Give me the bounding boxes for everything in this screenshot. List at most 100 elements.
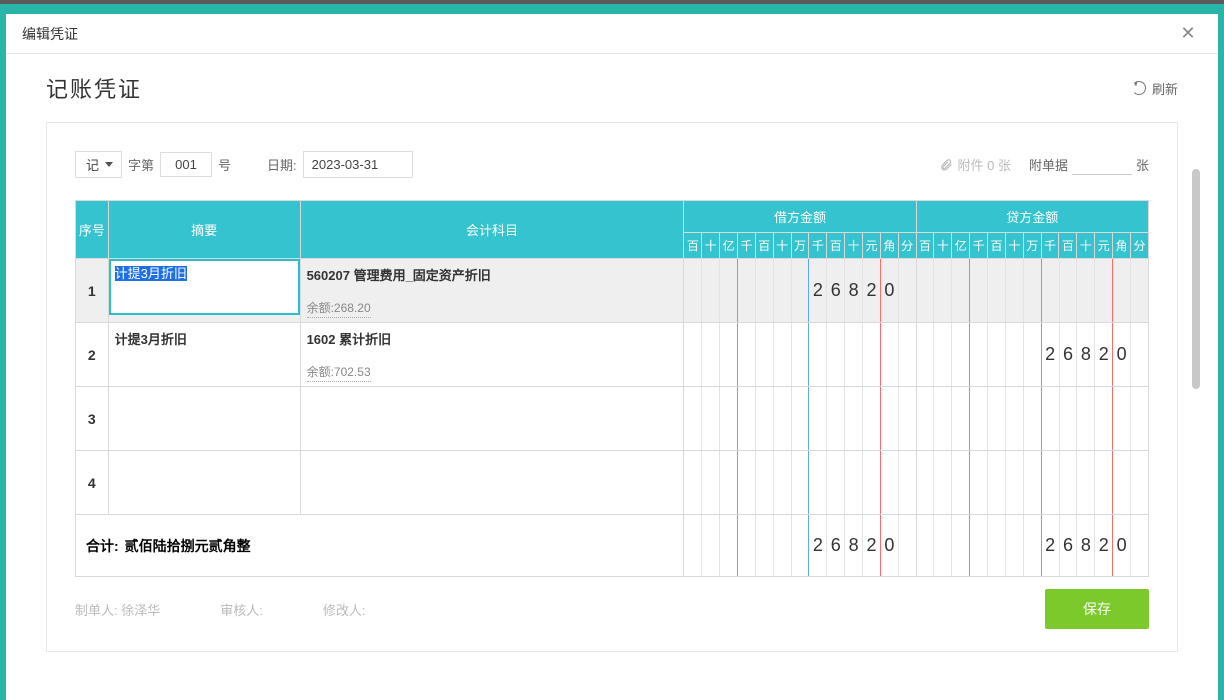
digit-cell[interactable]: 2 [1041, 323, 1059, 386]
digit-cell[interactable] [737, 387, 755, 450]
summary-cell[interactable]: 计提3月折旧 [108, 323, 300, 387]
digit-cell[interactable] [951, 451, 969, 514]
digit-cell[interactable] [719, 515, 737, 576]
summary-cell[interactable] [108, 387, 300, 451]
digit-cell[interactable] [773, 259, 791, 322]
credit-amount[interactable]: 26820 [916, 323, 1148, 387]
digit-cell[interactable] [917, 259, 934, 322]
digit-cell[interactable] [933, 259, 951, 322]
digit-cell[interactable] [826, 387, 844, 450]
digit-cell[interactable] [684, 451, 701, 514]
digit-cell[interactable] [791, 515, 809, 576]
digit-cell[interactable] [933, 323, 951, 386]
digit-cell[interactable] [1023, 387, 1041, 450]
debit-amount[interactable]: 26820 [684, 259, 916, 323]
digit-cell[interactable] [898, 323, 916, 386]
digit-cell[interactable] [1076, 387, 1094, 450]
digit-cell[interactable] [1023, 323, 1041, 386]
digit-cell[interactable] [1005, 451, 1023, 514]
digit-cell[interactable] [826, 323, 844, 386]
debit-amount[interactable] [684, 451, 916, 515]
digit-cell[interactable] [1005, 515, 1023, 576]
digit-cell[interactable] [808, 387, 826, 450]
digit-cell[interactable] [1023, 515, 1041, 576]
credit-amount[interactable] [916, 387, 1148, 451]
digit-cell[interactable] [951, 259, 969, 322]
digit-cell[interactable]: 2 [1094, 323, 1112, 386]
digit-cell[interactable] [701, 451, 719, 514]
digit-cell[interactable] [1041, 387, 1059, 450]
digit-cell[interactable] [987, 515, 1005, 576]
digit-cell[interactable]: 2 [808, 259, 826, 322]
digit-cell[interactable] [701, 515, 719, 576]
digit-cell[interactable] [791, 387, 809, 450]
credit-amount[interactable] [916, 259, 1148, 323]
digit-cell[interactable] [987, 323, 1005, 386]
sheet-count-input[interactable] [1072, 155, 1132, 175]
digit-cell[interactable] [1130, 323, 1148, 386]
digit-cell[interactable] [719, 387, 737, 450]
digit-cell[interactable] [701, 387, 719, 450]
digit-cell[interactable] [987, 259, 1005, 322]
digit-cell[interactable]: 6 [826, 515, 844, 576]
digit-cell[interactable] [1112, 451, 1130, 514]
account-cell[interactable]: 560207 管理费用_固定资产折旧余额:268.20 [300, 259, 684, 323]
digit-cell[interactable] [951, 387, 969, 450]
digit-cell[interactable] [951, 515, 969, 576]
digit-cell[interactable] [773, 323, 791, 386]
credit-amount[interactable] [916, 451, 1148, 515]
digit-cell[interactable]: 8 [844, 259, 862, 322]
digit-cell[interactable] [969, 515, 987, 576]
date-input[interactable] [303, 151, 413, 178]
digit-cell[interactable] [684, 259, 701, 322]
digit-cell[interactable] [898, 259, 916, 322]
digit-cell[interactable]: 8 [1076, 323, 1094, 386]
refresh-button[interactable]: 刷新 [1132, 79, 1178, 98]
digit-cell[interactable] [773, 451, 791, 514]
digit-cell[interactable] [773, 515, 791, 576]
digit-cell[interactable] [755, 259, 773, 322]
digit-cell[interactable]: 6 [826, 259, 844, 322]
digit-cell[interactable] [880, 323, 898, 386]
digit-cell[interactable] [862, 387, 880, 450]
digit-cell[interactable] [791, 323, 809, 386]
digit-cell[interactable] [1059, 387, 1077, 450]
digit-cell[interactable] [684, 387, 701, 450]
digit-cell[interactable]: 6 [1059, 323, 1077, 386]
digit-cell[interactable] [844, 451, 862, 514]
close-icon[interactable]: ✕ [1174, 20, 1202, 48]
digit-cell[interactable] [969, 259, 987, 322]
digit-cell[interactable] [1059, 259, 1077, 322]
digit-cell[interactable] [987, 451, 1005, 514]
digit-cell[interactable] [755, 451, 773, 514]
summary-cell[interactable] [108, 451, 300, 515]
account-cell[interactable] [300, 387, 684, 451]
summary-cell[interactable]: 计提3月折旧 [108, 259, 300, 323]
digit-cell[interactable] [737, 259, 755, 322]
digit-cell[interactable] [1130, 387, 1148, 450]
debit-amount[interactable] [684, 387, 916, 451]
digit-cell[interactable] [791, 259, 809, 322]
digit-cell[interactable] [755, 515, 773, 576]
digit-cell[interactable] [1094, 387, 1112, 450]
digit-cell[interactable] [844, 387, 862, 450]
digit-cell[interactable] [1041, 259, 1059, 322]
account-cell[interactable] [300, 451, 684, 515]
digit-cell[interactable] [987, 387, 1005, 450]
debit-amount[interactable] [684, 323, 916, 387]
digit-cell[interactable]: 2 [1041, 515, 1059, 576]
digit-cell[interactable] [1130, 451, 1148, 514]
digit-cell[interactable]: 2 [862, 259, 880, 322]
digit-cell[interactable]: 2 [862, 515, 880, 576]
digit-cell[interactable] [1023, 451, 1041, 514]
digit-cell[interactable]: 6 [1059, 515, 1077, 576]
digit-cell[interactable] [684, 515, 701, 576]
digit-cell[interactable] [933, 515, 951, 576]
digit-cell[interactable] [933, 451, 951, 514]
digit-cell[interactable] [826, 451, 844, 514]
digit-cell[interactable]: 0 [880, 515, 898, 576]
digit-cell[interactable] [719, 451, 737, 514]
digit-cell[interactable] [755, 387, 773, 450]
digit-cell[interactable] [898, 387, 916, 450]
digit-cell[interactable]: 2 [1094, 515, 1112, 576]
